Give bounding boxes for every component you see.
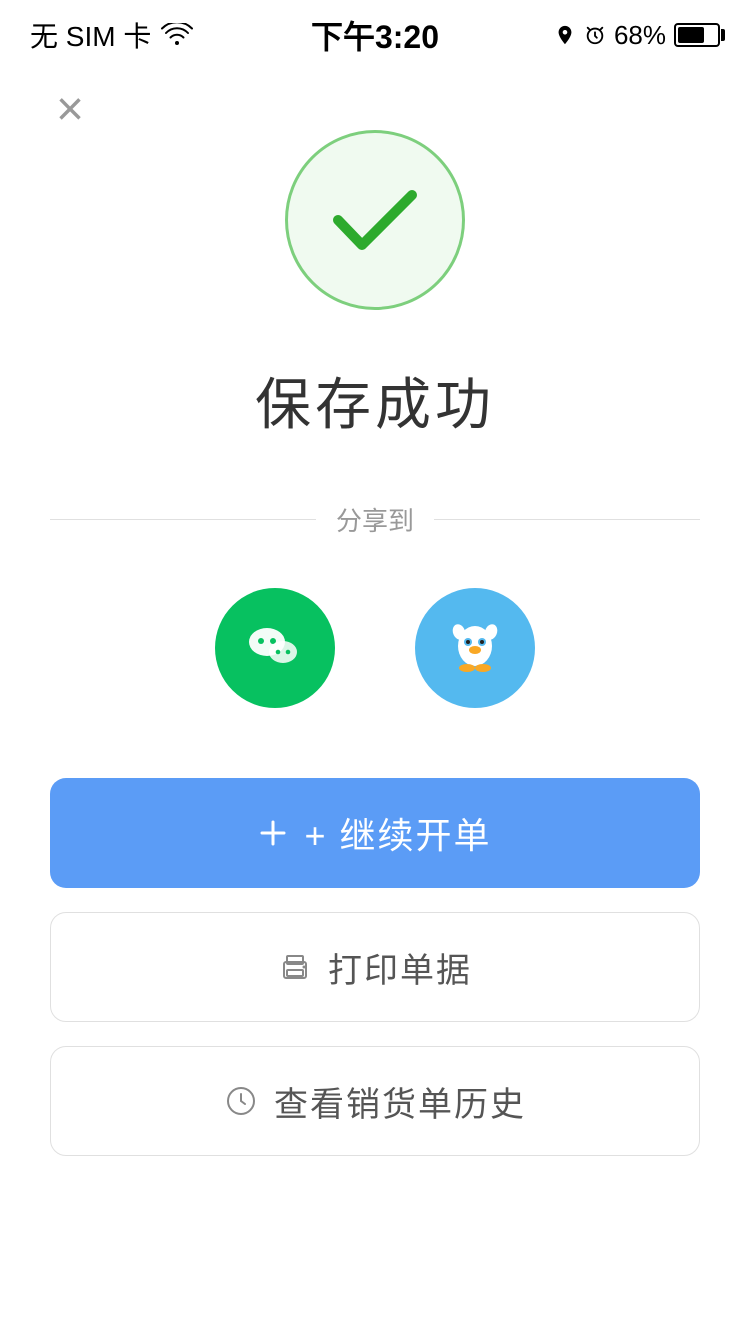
wifi-icon — [161, 23, 193, 47]
print-icon — [278, 950, 312, 984]
share-divider: 分享到 — [50, 501, 700, 538]
history-button[interactable]: 查看销货单历史 — [50, 1046, 700, 1156]
status-left: 无 SIM 卡 — [30, 15, 193, 55]
plus-icon — [258, 818, 288, 848]
success-circle — [285, 130, 465, 310]
status-bar: 无 SIM 卡 下午3:20 68% — [0, 0, 750, 70]
success-title: 保存成功 — [255, 360, 495, 441]
action-buttons: + 继续开单 打印单据 查看销货单历史 — [50, 778, 700, 1156]
wechat-icon — [239, 612, 311, 684]
status-right: 68% — [554, 20, 720, 51]
wechat-share-button[interactable] — [215, 588, 335, 708]
checkmark-icon — [330, 185, 420, 255]
qq-icon — [439, 612, 511, 684]
clock-icon — [224, 1084, 258, 1118]
divider-right — [434, 519, 700, 520]
close-icon: × — [56, 86, 84, 134]
continue-label: + 继续开单 — [304, 807, 491, 859]
battery-icon — [674, 23, 720, 47]
qq-share-button[interactable] — [415, 588, 535, 708]
battery-percent: 68% — [614, 20, 666, 51]
history-label: 查看销货单历史 — [274, 1077, 526, 1126]
alarm-icon — [584, 24, 606, 46]
main-content: 保存成功 分享到 — [0, 70, 750, 1156]
print-button[interactable]: 打印单据 — [50, 912, 700, 1022]
share-icons — [215, 588, 535, 708]
divider-left — [50, 519, 316, 520]
location-icon — [554, 24, 576, 46]
continue-button[interactable]: + 继续开单 — [50, 778, 700, 888]
close-button[interactable]: × — [40, 80, 100, 140]
print-label: 打印单据 — [328, 943, 472, 992]
status-time: 下午3:20 — [311, 12, 439, 58]
share-label: 分享到 — [336, 501, 414, 538]
no-sim-label: 无 SIM 卡 — [30, 15, 151, 55]
